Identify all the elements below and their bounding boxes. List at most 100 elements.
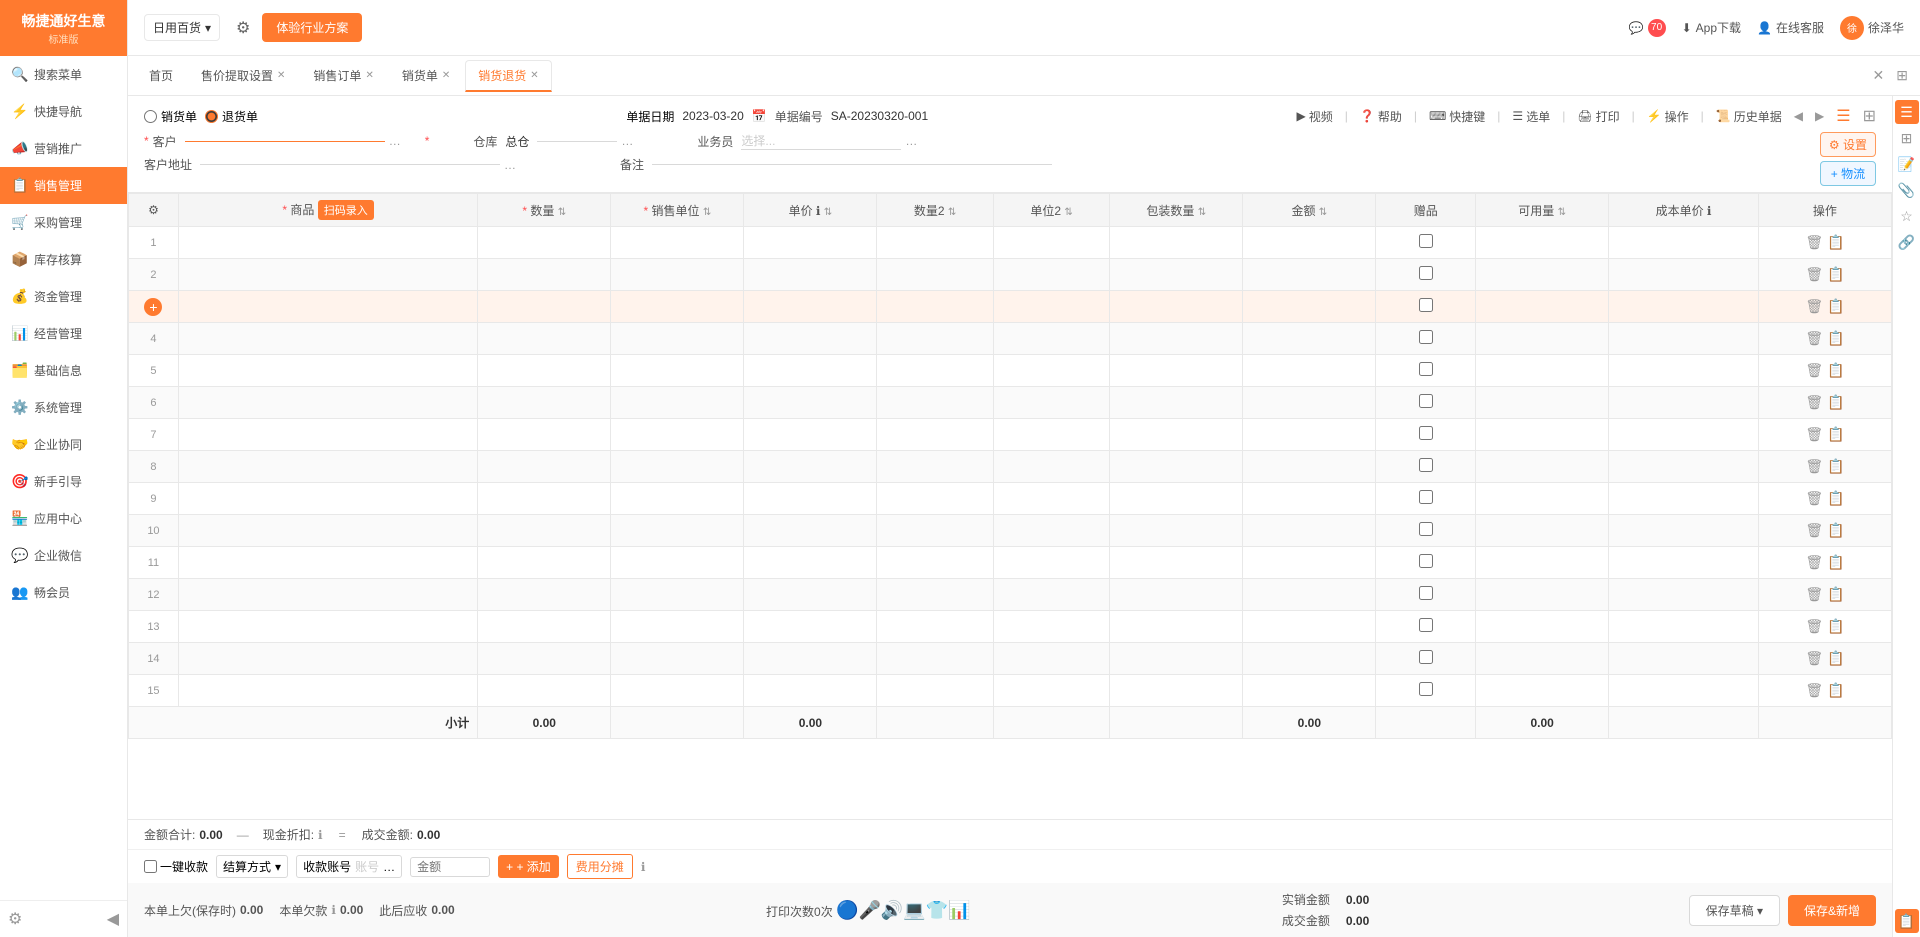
sale-bill-radio[interactable]: 销货单 <box>144 108 197 125</box>
product-cell[interactable] <box>178 515 477 547</box>
delete-row-icon[interactable]: 🗑 <box>1805 298 1823 315</box>
qty-cell[interactable] <box>478 515 611 547</box>
gift-cell[interactable] <box>1376 419 1476 451</box>
cost-price-cell[interactable] <box>1609 643 1759 675</box>
qty2-cell[interactable] <box>877 291 993 323</box>
account-dots[interactable]: … <box>383 860 395 874</box>
customer-input[interactable] <box>185 141 385 142</box>
qty2-cell[interactable] <box>877 515 993 547</box>
return-bill-radio-input[interactable] <box>205 110 218 123</box>
amount-input[interactable] <box>410 857 490 877</box>
delete-row-icon[interactable]: 🗑 <box>1805 554 1823 571</box>
gift-cell[interactable] <box>1376 547 1476 579</box>
cost-price-cell[interactable] <box>1609 451 1759 483</box>
gift-checkbox[interactable] <box>1419 490 1433 504</box>
amount-cell[interactable] <box>1243 291 1376 323</box>
right-note[interactable]: 📝 <box>1895 152 1919 176</box>
right-star[interactable]: ☆ <box>1895 204 1919 228</box>
unit-price-cell[interactable] <box>744 451 877 483</box>
sidebar-item-sales[interactable]: 📋销售管理 <box>0 167 127 204</box>
qty2-cell[interactable] <box>877 675 993 707</box>
unit2-cell[interactable] <box>993 675 1109 707</box>
grid-view-icon[interactable]: ⊞ <box>1863 106 1876 126</box>
unit-price-cell[interactable] <box>744 611 877 643</box>
copy-row-icon[interactable]: 📋 <box>1827 650 1844 667</box>
unit2-cell[interactable] <box>993 355 1109 387</box>
qty-cell[interactable] <box>478 675 611 707</box>
unit2-cell[interactable] <box>993 643 1109 675</box>
sale-unit-sort-icon[interactable]: ⇅ <box>703 207 711 218</box>
unit-price-cell[interactable] <box>744 675 877 707</box>
right-attachment[interactable]: 📎 <box>1895 178 1919 202</box>
tab-sale-bill-close[interactable]: ✕ <box>442 70 450 81</box>
right-link[interactable]: 🔗 <box>1895 230 1919 254</box>
sidebar-item-wechat[interactable]: 💬企业微信 <box>0 537 127 574</box>
qty2-cell[interactable] <box>877 419 993 451</box>
sidebar-item-shortcut[interactable]: ⚡快捷导航 <box>0 93 127 130</box>
toolbar-select[interactable]: ☰选单 <box>1512 108 1550 125</box>
payment-method-select[interactable]: 结算方式 ▾ <box>216 855 288 878</box>
qty-cell[interactable] <box>478 643 611 675</box>
amount-cell[interactable] <box>1243 515 1376 547</box>
remark-input[interactable] <box>652 164 1052 165</box>
pack-qty-cell[interactable] <box>1110 579 1243 611</box>
unit2-cell[interactable] <box>993 419 1109 451</box>
qty2-cell[interactable] <box>877 259 993 291</box>
tab-sale-return[interactable]: 销货退货✕ <box>465 60 551 92</box>
sale-unit-cell[interactable] <box>611 643 744 675</box>
amount-cell[interactable] <box>1243 611 1376 643</box>
qty-cell[interactable] <box>478 419 611 451</box>
gift-checkbox[interactable] <box>1419 394 1433 408</box>
app-download-btn[interactable]: ⬇ App下载 <box>1682 19 1741 36</box>
available-cell[interactable] <box>1476 643 1609 675</box>
sale-unit-cell[interactable] <box>611 483 744 515</box>
unit2-sort-icon[interactable]: ⇅ <box>1064 207 1072 218</box>
gift-cell[interactable] <box>1376 323 1476 355</box>
gift-checkbox[interactable] <box>1419 362 1433 376</box>
cost-price-cell[interactable] <box>1609 323 1759 355</box>
unit2-cell[interactable] <box>993 547 1109 579</box>
sidebar-item-purchase[interactable]: 🛒采购管理 <box>0 204 127 241</box>
unit2-cell[interactable] <box>993 483 1109 515</box>
history-nav-next[interactable]: ▶ <box>1815 109 1824 123</box>
sidebar-item-newbie[interactable]: 🎯新手引导 <box>0 463 127 500</box>
gift-cell[interactable] <box>1376 387 1476 419</box>
copy-row-icon[interactable]: 📋 <box>1827 586 1844 603</box>
qty-cell[interactable] <box>478 259 611 291</box>
product-cell[interactable] <box>178 451 477 483</box>
cost-price-cell[interactable] <box>1609 547 1759 579</box>
cost-price-cell[interactable] <box>1609 291 1759 323</box>
copy-row-icon[interactable]: 📋 <box>1827 554 1844 571</box>
unit-price-cell[interactable] <box>744 387 877 419</box>
product-cell[interactable] <box>178 259 477 291</box>
unit2-cell[interactable] <box>993 611 1109 643</box>
unit-price-sort-icon[interactable]: ⇅ <box>824 207 832 218</box>
amount-cell[interactable] <box>1243 355 1376 387</box>
amount-cell[interactable] <box>1243 547 1376 579</box>
amount-cell[interactable] <box>1243 227 1376 259</box>
one-click-payment[interactable]: 一键收款 <box>144 858 208 875</box>
unit2-cell[interactable] <box>993 579 1109 611</box>
unit-price-cell[interactable] <box>744 291 877 323</box>
fee-split-btn[interactable]: 费用分摊 <box>567 854 633 879</box>
gift-cell[interactable] <box>1376 483 1476 515</box>
copy-row-icon[interactable]: 📋 <box>1827 298 1844 315</box>
gift-checkbox[interactable] <box>1419 522 1433 536</box>
sale-unit-cell[interactable] <box>611 227 744 259</box>
pack-qty-cell[interactable] <box>1110 451 1243 483</box>
gift-checkbox[interactable] <box>1419 426 1433 440</box>
pack-qty-cell[interactable] <box>1110 675 1243 707</box>
product-cell[interactable] <box>178 387 477 419</box>
category-select[interactable]: 日用百货 ▾ <box>144 14 220 41</box>
pack-qty-cell[interactable] <box>1110 547 1243 579</box>
gift-checkbox[interactable] <box>1419 266 1433 280</box>
account-select[interactable]: 收款账号 账号 … <box>296 855 402 878</box>
topbar-gear-icon[interactable]: ⚙ <box>236 18 250 38</box>
copy-row-icon[interactable]: 📋 <box>1827 394 1844 411</box>
tab-sale-price[interactable]: 售价提取设置✕ <box>188 60 298 92</box>
sale-unit-cell[interactable] <box>611 451 744 483</box>
product-cell[interactable] <box>178 483 477 515</box>
available-cell[interactable] <box>1476 579 1609 611</box>
unit-price-cell[interactable] <box>744 419 877 451</box>
sidebar-item-search[interactable]: 🔍搜索菜单 <box>0 56 127 93</box>
